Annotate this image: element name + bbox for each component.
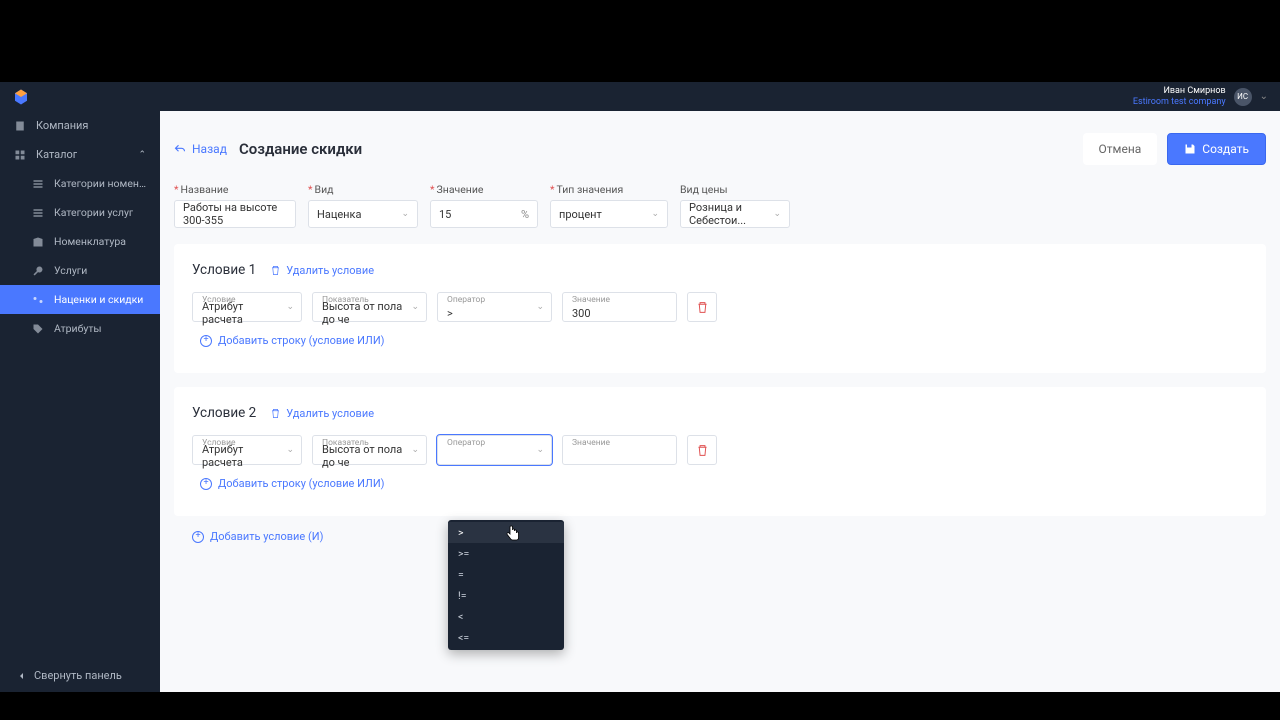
condition-title: Условие 2 (192, 405, 256, 421)
user-menu[interactable]: Иван Смирнов Estiroom test company ИС ⌄ (1133, 86, 1268, 108)
dropdown-option-gte[interactable]: >= (448, 543, 564, 564)
chevron-down-icon: ⌄ (286, 445, 294, 455)
sidebar-item-nomen[interactable]: Номенклатура (0, 227, 160, 256)
indicator-select[interactable]: Показатель Высота от пола до че ⌄ (312, 435, 427, 465)
delete-row-button[interactable] (687, 435, 717, 465)
dropdown-option-lt[interactable]: < (448, 606, 564, 627)
chevron-down-icon: ⌄ (411, 445, 419, 455)
create-button[interactable]: Создать (1167, 133, 1266, 165)
delete-condition-link[interactable]: Удалить условие (270, 407, 374, 420)
sidebar-item-attributes[interactable]: Атрибуты (0, 314, 160, 343)
condition-select[interactable]: Условие Атрибут расчета ⌄ (192, 435, 302, 465)
delete-row-button[interactable] (687, 292, 717, 322)
collapse-icon (14, 670, 26, 682)
chevron-down-icon: ⌄ (536, 445, 544, 455)
save-icon (1184, 143, 1196, 155)
user-name: Иван Смирнов (1133, 86, 1226, 97)
percent-icon (32, 294, 44, 306)
condition-title: Условие 1 (192, 262, 256, 278)
sidebar-item-cat-nomen[interactable]: Категории номенк... (0, 169, 160, 198)
sidebar-item-catalog[interactable]: Каталог ⌃ (0, 140, 160, 169)
building-icon (14, 120, 26, 132)
dropdown-option-gt[interactable]: > (448, 522, 564, 543)
trash-icon (270, 265, 281, 276)
chevron-down-icon: ⌄ (651, 209, 659, 219)
valtype-label: *Тип значения (550, 183, 668, 196)
valtype-select[interactable]: процент⌄ (550, 200, 668, 228)
condition-card-1: Условие 1 Удалить условие Условие Атрибу… (174, 244, 1266, 373)
sidebar-item-cat-serv[interactable]: Категории услуг (0, 198, 160, 227)
collapse-sidebar-button[interactable]: Свернуть панель (0, 659, 160, 692)
back-link[interactable]: Назад (174, 142, 227, 156)
chevron-up-icon: ⌃ (138, 150, 146, 160)
dropdown-option-neq[interactable]: != (448, 585, 564, 606)
dropdown-option-eq[interactable]: = (448, 564, 564, 585)
value-input[interactable]: 15% (430, 200, 538, 228)
condition-select[interactable]: Условие Атрибут расчета ⌄ (192, 292, 302, 322)
chevron-down-icon: ⌄ (1260, 91, 1268, 102)
list-icon (32, 207, 44, 219)
wrench-icon (32, 265, 44, 277)
value-input[interactable]: Значение (562, 435, 677, 465)
trash-icon (696, 301, 709, 314)
avatar: ИС (1234, 88, 1252, 106)
chevron-down-icon: ⌄ (773, 209, 781, 219)
tag-icon (32, 323, 44, 335)
sidebar-item-services[interactable]: Услуги (0, 256, 160, 285)
sidebar: Компания Каталог ⌃ Категории номенк... К… (0, 111, 160, 692)
indicator-select[interactable]: Показатель Высота от пола до че ⌄ (312, 292, 427, 322)
box-icon (32, 236, 44, 248)
condition-card-2: Условие 2 Удалить условие Условие Атрибу… (174, 387, 1266, 516)
add-and-condition-link[interactable]: + Добавить условие (И) (174, 530, 1266, 543)
price-label: Вид цены (680, 183, 790, 196)
cancel-button[interactable]: Отмена (1083, 133, 1158, 165)
price-select[interactable]: Розница и Себестои...⌄ (680, 200, 790, 228)
name-input[interactable]: Работы на высоте 300-355 (174, 200, 296, 228)
main-content: Назад Создание скидки Отмена Создать *На… (160, 111, 1280, 692)
sidebar-item-company[interactable]: Компания (0, 111, 160, 140)
dropdown-option-lte[interactable]: <= (448, 627, 564, 648)
sidebar-item-markups[interactable]: Наценки и скидки (0, 285, 160, 314)
type-select[interactable]: Наценка⌄ (308, 200, 418, 228)
operator-select[interactable]: Оператор > ⌄ (437, 292, 552, 322)
chevron-down-icon: ⌄ (411, 302, 419, 312)
type-label: *Вид (308, 183, 418, 196)
plus-circle-icon: + (192, 531, 204, 543)
operator-dropdown: > >= = != < <= (448, 520, 564, 650)
add-or-row-link[interactable]: + Добавить строку (условие ИЛИ) (192, 477, 1248, 490)
add-or-row-link[interactable]: + Добавить строку (условие ИЛИ) (192, 334, 1248, 347)
undo-icon (174, 143, 186, 155)
chevron-down-icon: ⌄ (286, 302, 294, 312)
page-title: Создание скидки (239, 140, 362, 158)
delete-condition-link[interactable]: Удалить условие (270, 264, 374, 277)
plus-circle-icon: + (200, 335, 212, 347)
value-label: *Значение (430, 183, 538, 196)
topbar: Иван Смирнов Estiroom test company ИС ⌄ (0, 82, 1280, 111)
chevron-down-icon: ⌄ (536, 302, 544, 312)
trash-icon (696, 444, 709, 457)
plus-circle-icon: + (200, 478, 212, 490)
trash-icon (270, 408, 281, 419)
chevron-down-icon: ⌄ (401, 209, 409, 219)
app-logo (12, 88, 30, 106)
operator-select[interactable]: Оператор ⌄ (437, 435, 552, 465)
value-input[interactable]: Значение 300 (562, 292, 677, 322)
user-company: Estiroom test company (1133, 97, 1226, 108)
grid-icon (14, 149, 26, 161)
list-icon (32, 178, 44, 190)
name-label: *Название (174, 183, 296, 196)
